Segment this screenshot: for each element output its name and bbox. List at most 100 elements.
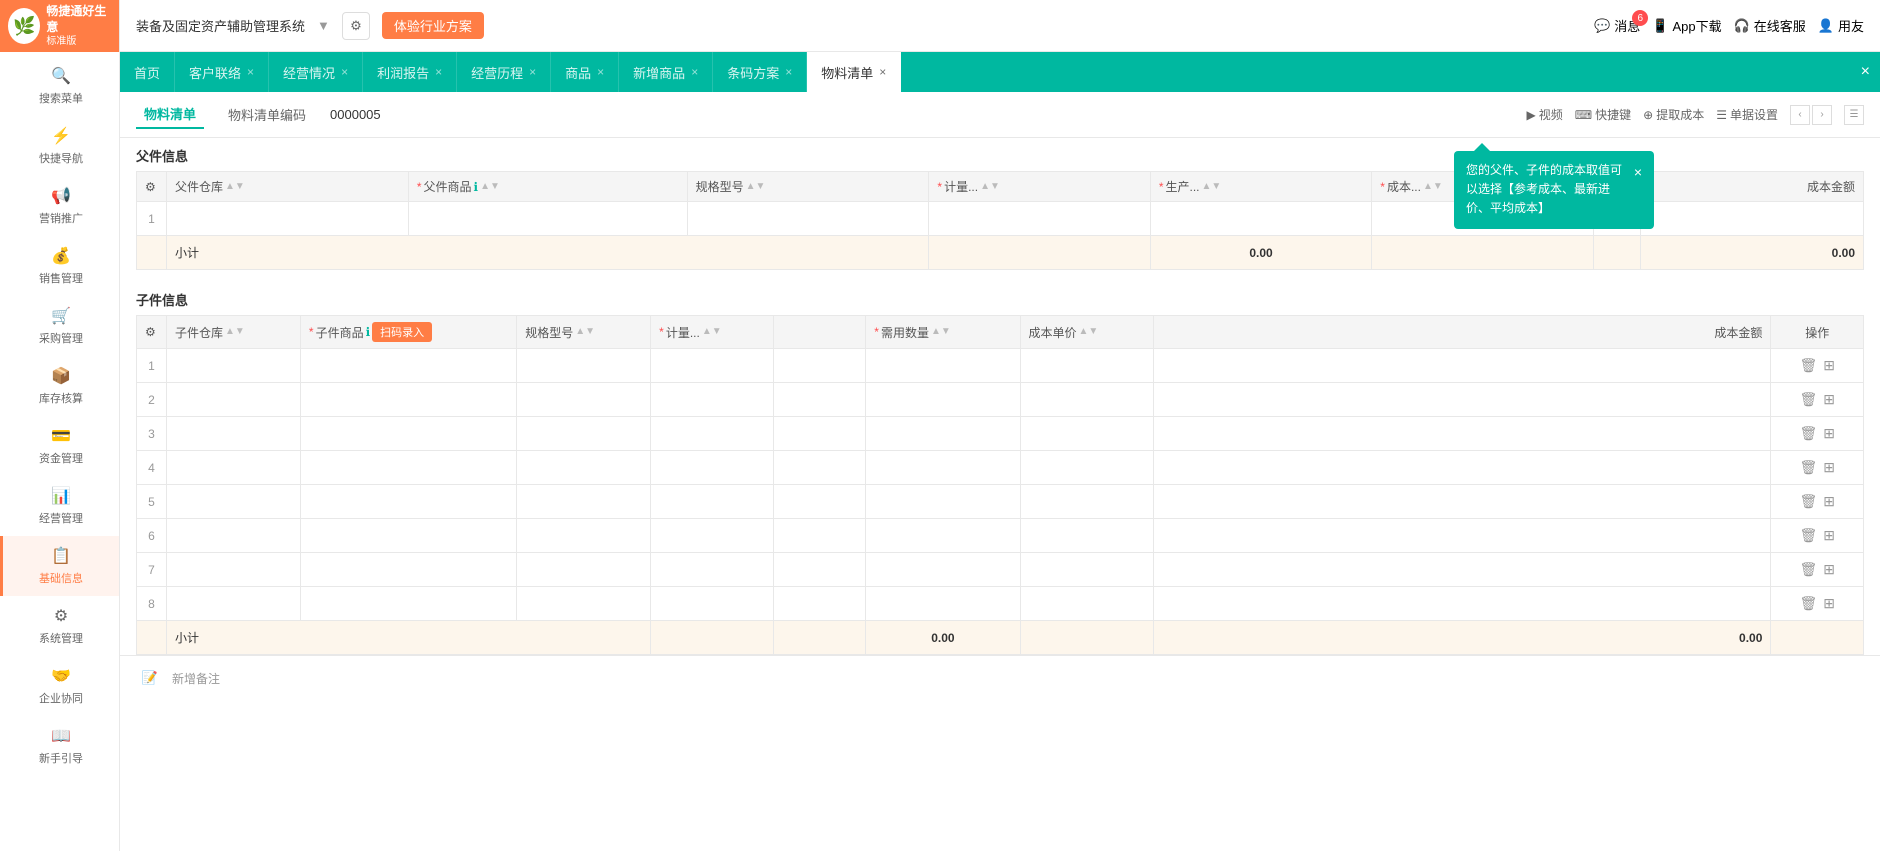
child-cell-goods-2[interactable] xyxy=(300,383,516,417)
parent-cell-spec[interactable] xyxy=(687,202,929,236)
parent-cell-warehouse[interactable] xyxy=(167,202,409,236)
page-tab-bom[interactable]: 物料清单 xyxy=(136,100,204,129)
shortcut-action[interactable]: ⌨ 快捷键 xyxy=(1575,106,1631,123)
sidebar-item-sales[interactable]: 💰 销售管理 xyxy=(0,236,119,296)
parent-col-settings[interactable]: ⚙ xyxy=(137,172,167,202)
copy-icon-6[interactable]: ⊞ xyxy=(1823,527,1835,544)
tab-close-goods[interactable]: × xyxy=(597,65,604,79)
delete-icon-4[interactable]: 🗑 xyxy=(1799,459,1817,476)
finance-icon: 💳 xyxy=(51,426,71,446)
single-setting-action[interactable]: ☰ 单据设置 xyxy=(1716,106,1778,123)
sidebar-item-system[interactable]: ⚙ 系统管理 xyxy=(0,596,119,656)
delete-icon-3[interactable]: 🗑 xyxy=(1799,425,1817,442)
delete-icon-7[interactable]: 🗑 xyxy=(1799,561,1817,578)
tooltip-close-btn[interactable]: × xyxy=(1634,161,1642,183)
menu-icon[interactable]: ☰ xyxy=(1844,105,1864,125)
tab-close-profit[interactable]: × xyxy=(435,65,442,79)
tab-close-customer[interactable]: × xyxy=(247,65,254,79)
parent-cell-produce[interactable] xyxy=(1150,202,1371,236)
child-section-title: 子件信息 xyxy=(136,282,1864,315)
tab-home[interactable]: 首页 xyxy=(120,52,175,92)
sidebar-item-marketing[interactable]: 📢 营销推广 xyxy=(0,176,119,236)
child-cell-qty-2[interactable] xyxy=(866,383,1020,417)
delete-icon-2[interactable]: 🗑 xyxy=(1799,391,1817,408)
sidebar-item-search[interactable]: 🔍 搜索菜单 xyxy=(0,56,119,116)
tab-close-barcode[interactable]: × xyxy=(785,65,792,79)
tab-close-new-goods[interactable]: × xyxy=(691,65,698,79)
tab-close-all[interactable]: × xyxy=(1851,63,1880,81)
tab-history[interactable]: 经营历程 × xyxy=(457,52,551,92)
copy-icon-1[interactable]: ⊞ xyxy=(1823,357,1835,374)
delete-icon-1[interactable]: 🗑 xyxy=(1799,357,1817,374)
child-cell-warehouse-1[interactable] xyxy=(167,349,301,383)
tab-new-goods[interactable]: 新增商品 × xyxy=(619,52,713,92)
purchase-icon: 🛒 xyxy=(51,306,71,326)
app-download[interactable]: 📱 App下载 xyxy=(1652,16,1721,35)
tab-operation-status[interactable]: 经营情况 × xyxy=(269,52,363,92)
tab-goods[interactable]: 商品 × xyxy=(551,52,619,92)
copy-icon-8[interactable]: ⊞ xyxy=(1823,595,1835,612)
parent-cell-goods[interactable] xyxy=(408,202,687,236)
phone-icon: 📱 xyxy=(1652,18,1668,34)
delete-icon-6[interactable]: 🗑 xyxy=(1799,527,1817,544)
child-row: 6 🗑⊞ xyxy=(137,519,1864,553)
tab-customer[interactable]: 客户联络 × xyxy=(175,52,269,92)
delete-icon-8[interactable]: 🗑 xyxy=(1799,595,1817,612)
extract-cost-action[interactable]: ⊕ 提取成本 xyxy=(1643,106,1704,123)
delete-icon-5[interactable]: 🗑 xyxy=(1799,493,1817,510)
tab-close-operation[interactable]: × xyxy=(341,65,348,79)
copy-icon-3[interactable]: ⊞ xyxy=(1823,425,1835,442)
child-cell-warehouse-2[interactable] xyxy=(167,383,301,417)
scan-button[interactable]: 扫码录入 xyxy=(372,322,432,342)
next-arrow[interactable]: › xyxy=(1812,105,1832,125)
sidebar-item-cooperation[interactable]: 🤝 企业协同 xyxy=(0,656,119,716)
tab-close-bom[interactable]: × xyxy=(879,65,886,79)
page-tab-code[interactable]: 物料清单编码 xyxy=(220,101,314,128)
tab-bom[interactable]: 物料清单 × xyxy=(807,52,901,92)
child-row: 5 🗑⊞ xyxy=(137,485,1864,519)
copy-icon-2[interactable]: ⊞ xyxy=(1823,391,1835,408)
trial-btn[interactable]: 体验行业方案 xyxy=(382,12,484,39)
copy-icon-4[interactable]: ⊞ xyxy=(1823,459,1835,476)
child-cell-spec-2[interactable] xyxy=(517,383,651,417)
child-cell-unit-1[interactable] xyxy=(651,349,774,383)
add-note-btn[interactable]: 📝 xyxy=(136,664,164,692)
parent-col-unit: *计量...▲▼ xyxy=(929,172,1150,202)
tab-profit[interactable]: 利润报告 × xyxy=(363,52,457,92)
child-cell-unitcost-2[interactable] xyxy=(1020,383,1154,417)
child-cell-extra-2[interactable] xyxy=(773,383,866,417)
child-cell-goods-1[interactable] xyxy=(300,349,516,383)
parent-col-amount: 成本金额 xyxy=(1641,172,1864,202)
online-service[interactable]: 🎧 在线客服 xyxy=(1734,16,1806,35)
sidebar-item-inventory[interactable]: 📦 库存核算 xyxy=(0,356,119,416)
child-cell-unit-2[interactable] xyxy=(651,383,774,417)
child-cell-qty-1[interactable] xyxy=(866,349,1020,383)
prev-arrow[interactable]: ‹ xyxy=(1790,105,1810,125)
tab-barcode[interactable]: 条码方案 × xyxy=(713,52,807,92)
child-subtotal-label: 小计 xyxy=(167,621,651,655)
sidebar-item-quicknav[interactable]: ⚡ 快捷导航 xyxy=(0,116,119,176)
copy-icon-7[interactable]: ⊞ xyxy=(1823,561,1835,578)
sidebar-item-guide[interactable]: 📖 新手引导 xyxy=(0,716,119,776)
parent-subtotal-label: 小计 xyxy=(167,236,929,270)
sidebar-item-operation[interactable]: 📊 经营管理 xyxy=(0,476,119,536)
gear-button[interactable]: ⚙ xyxy=(342,12,370,40)
parent-cell-unit[interactable] xyxy=(929,202,1150,236)
sidebar-item-finance[interactable]: 💳 资金管理 xyxy=(0,416,119,476)
message-badge[interactable]: 💬 消息 6 xyxy=(1594,16,1640,35)
view-action[interactable]: ▶ 视频 xyxy=(1527,106,1563,123)
copy-icon-5[interactable]: ⊞ xyxy=(1823,493,1835,510)
dropdown-arrow[interactable]: ▼ xyxy=(317,18,330,33)
tab-close-history[interactable]: × xyxy=(529,65,536,79)
child-cell-unitcost-1[interactable] xyxy=(1020,349,1154,383)
sidebar-item-basic[interactable]: 📋 基础信息 xyxy=(0,536,119,596)
sidebar-item-purchase[interactable]: 🛒 采购管理 xyxy=(0,296,119,356)
child-col-settings[interactable]: ⚙ xyxy=(137,316,167,349)
child-cell-extra-1[interactable] xyxy=(773,349,866,383)
child-row: 1 🗑 ⊞ xyxy=(137,349,1864,383)
child-cell-spec-1[interactable] xyxy=(517,349,651,383)
parent-section: 父件信息 ⚙ 父件仓库▲▼ *父件商品ℹ▲▼ xyxy=(120,138,1880,270)
user-menu[interactable]: 👤 用友 xyxy=(1818,16,1864,35)
parent-subtotal-row: 小计 0.00 0.00 xyxy=(137,236,1864,270)
child-cell-action-2: 🗑 ⊞ xyxy=(1771,383,1864,417)
